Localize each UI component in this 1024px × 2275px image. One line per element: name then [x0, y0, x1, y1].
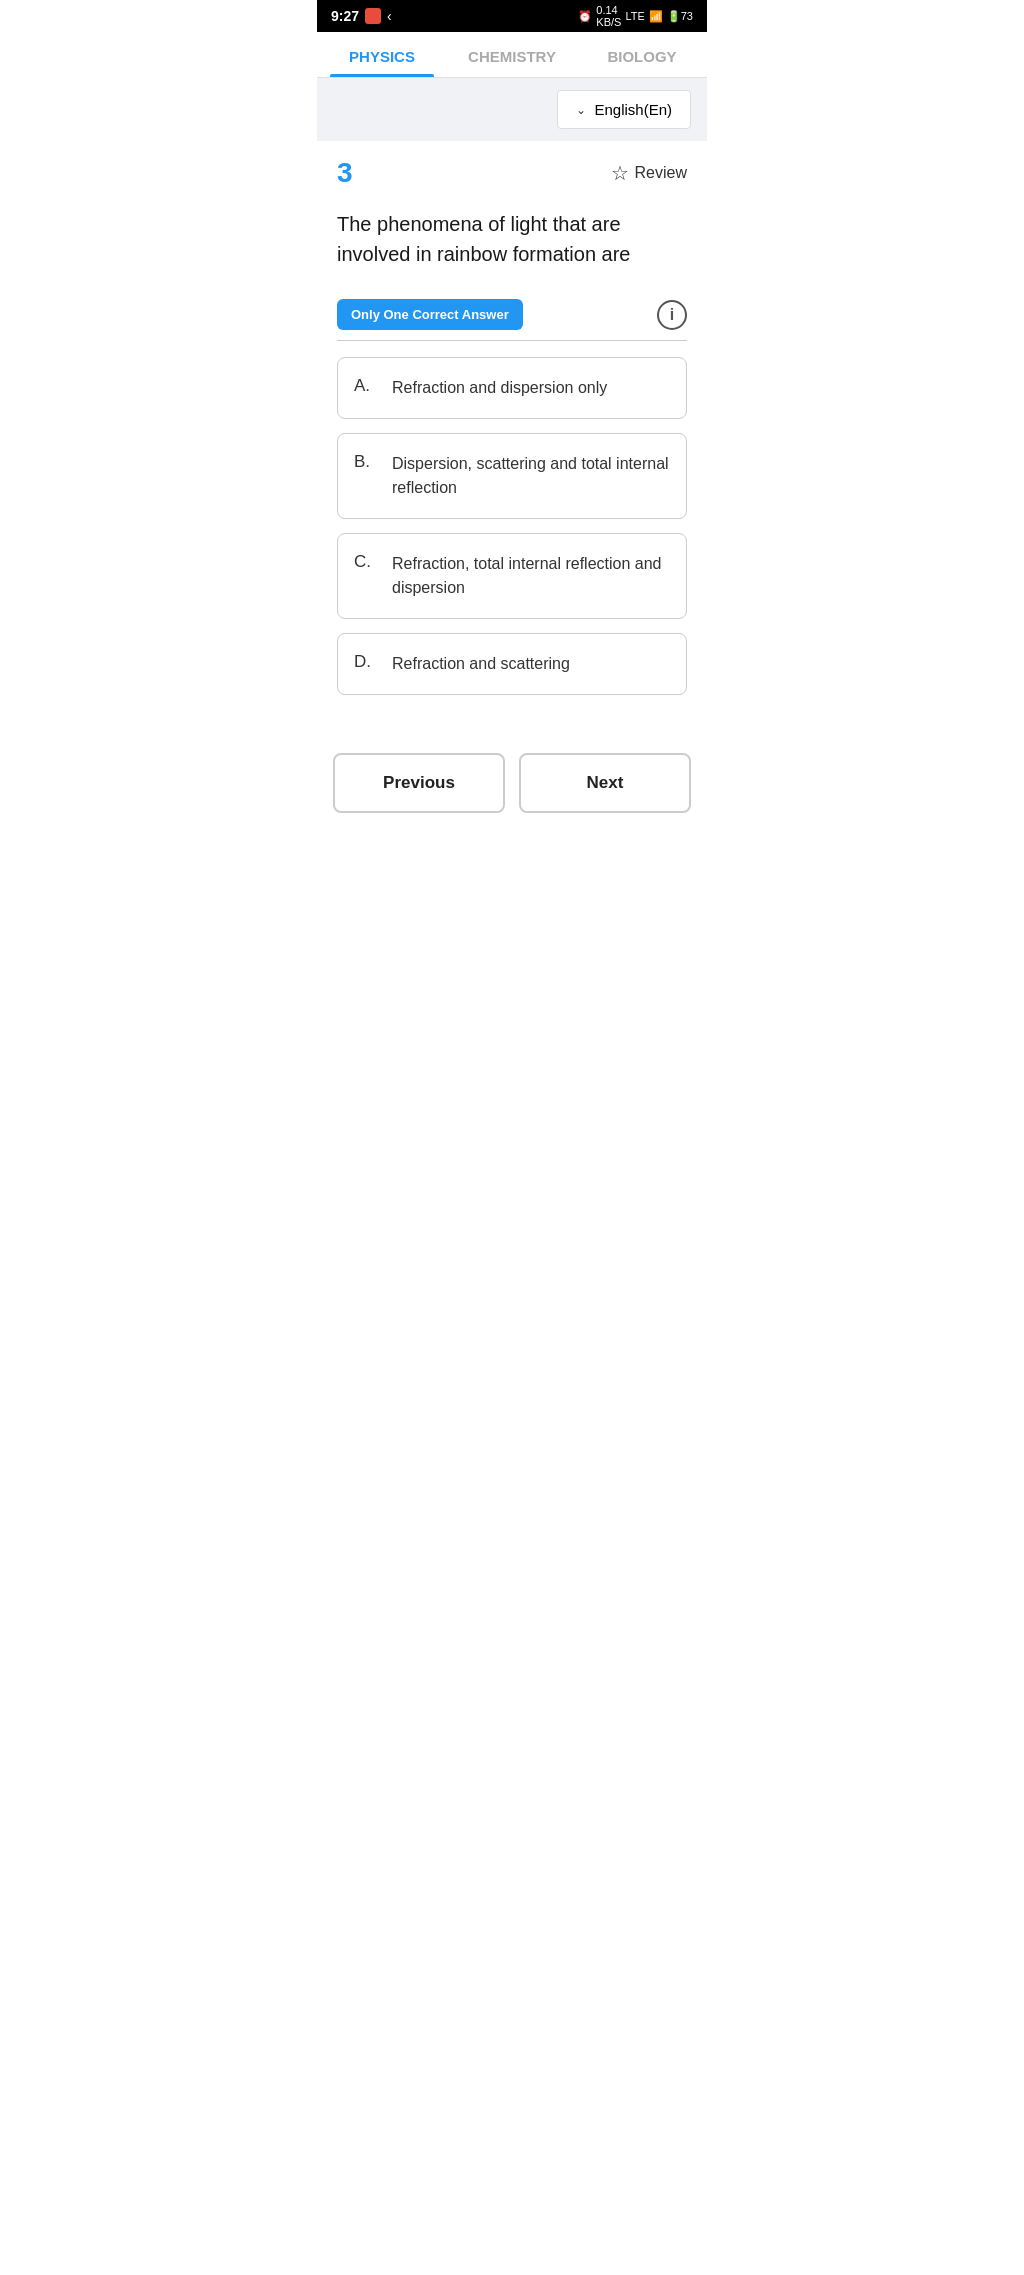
tab-chemistry[interactable]: CHEMISTRY: [447, 32, 577, 77]
question-number: 3: [337, 157, 353, 189]
tab-physics[interactable]: PHYSICS: [317, 32, 447, 77]
options-list: A. Refraction and dispersion only B. Dis…: [337, 357, 687, 695]
status-bar: 9:27 ‹ ⏰ 0.14KB/S LTE 📶 🔋73: [317, 0, 707, 32]
lte-icon: LTE: [625, 10, 644, 22]
alarm-icon: ⏰: [578, 10, 592, 23]
option-b[interactable]: B. Dispersion, scattering and total inte…: [337, 433, 687, 519]
tabs-container: PHYSICS CHEMISTRY BIOLOGY: [317, 32, 707, 78]
chevron-down-icon: ⌄: [576, 103, 586, 117]
navigation-buttons: Previous Next: [317, 737, 707, 843]
signal-icon: 📶: [649, 10, 663, 23]
language-selector[interactable]: ⌄ English(En): [557, 90, 691, 129]
question-header: 3 ☆ Review: [337, 157, 687, 189]
option-d[interactable]: D. Refraction and scattering: [337, 633, 687, 695]
next-button[interactable]: Next: [519, 753, 691, 813]
info-icon[interactable]: i: [657, 300, 687, 330]
status-time: 9:27: [331, 8, 359, 24]
option-a[interactable]: A. Refraction and dispersion only: [337, 357, 687, 419]
option-d-text: Refraction and scattering: [392, 652, 570, 676]
record-icon: [365, 8, 381, 24]
answer-type-badge: Only One Correct Answer: [337, 299, 523, 330]
star-icon: ☆: [611, 161, 629, 185]
tab-biology[interactable]: BIOLOGY: [577, 32, 707, 77]
battery-icon: 🔋73: [667, 10, 693, 23]
status-left: 9:27 ‹: [331, 8, 392, 24]
option-a-letter: A.: [354, 376, 378, 396]
option-b-letter: B.: [354, 452, 378, 472]
back-arrow-icon[interactable]: ‹: [387, 8, 392, 24]
language-label: English(En): [594, 101, 672, 118]
divider: [337, 340, 687, 341]
answer-type-row: Only One Correct Answer i: [337, 299, 687, 330]
option-c-letter: C.: [354, 552, 378, 572]
question-text: The phenomena of light that are involved…: [337, 209, 687, 269]
previous-button[interactable]: Previous: [333, 753, 505, 813]
option-a-text: Refraction and dispersion only: [392, 376, 607, 400]
option-c[interactable]: C. Refraction, total internal reflection…: [337, 533, 687, 619]
network-stats: 0.14KB/S: [596, 4, 621, 28]
question-area: 3 ☆ Review The phenomena of light that a…: [317, 141, 707, 737]
review-label: Review: [635, 164, 687, 182]
option-c-text: Refraction, total internal reflection an…: [392, 552, 670, 600]
status-icons: ⏰ 0.14KB/S LTE 📶 🔋73: [578, 4, 693, 28]
review-button[interactable]: ☆ Review: [611, 161, 687, 185]
option-d-letter: D.: [354, 652, 378, 672]
language-bar: ⌄ English(En): [317, 78, 707, 141]
option-b-text: Dispersion, scattering and total interna…: [392, 452, 670, 500]
